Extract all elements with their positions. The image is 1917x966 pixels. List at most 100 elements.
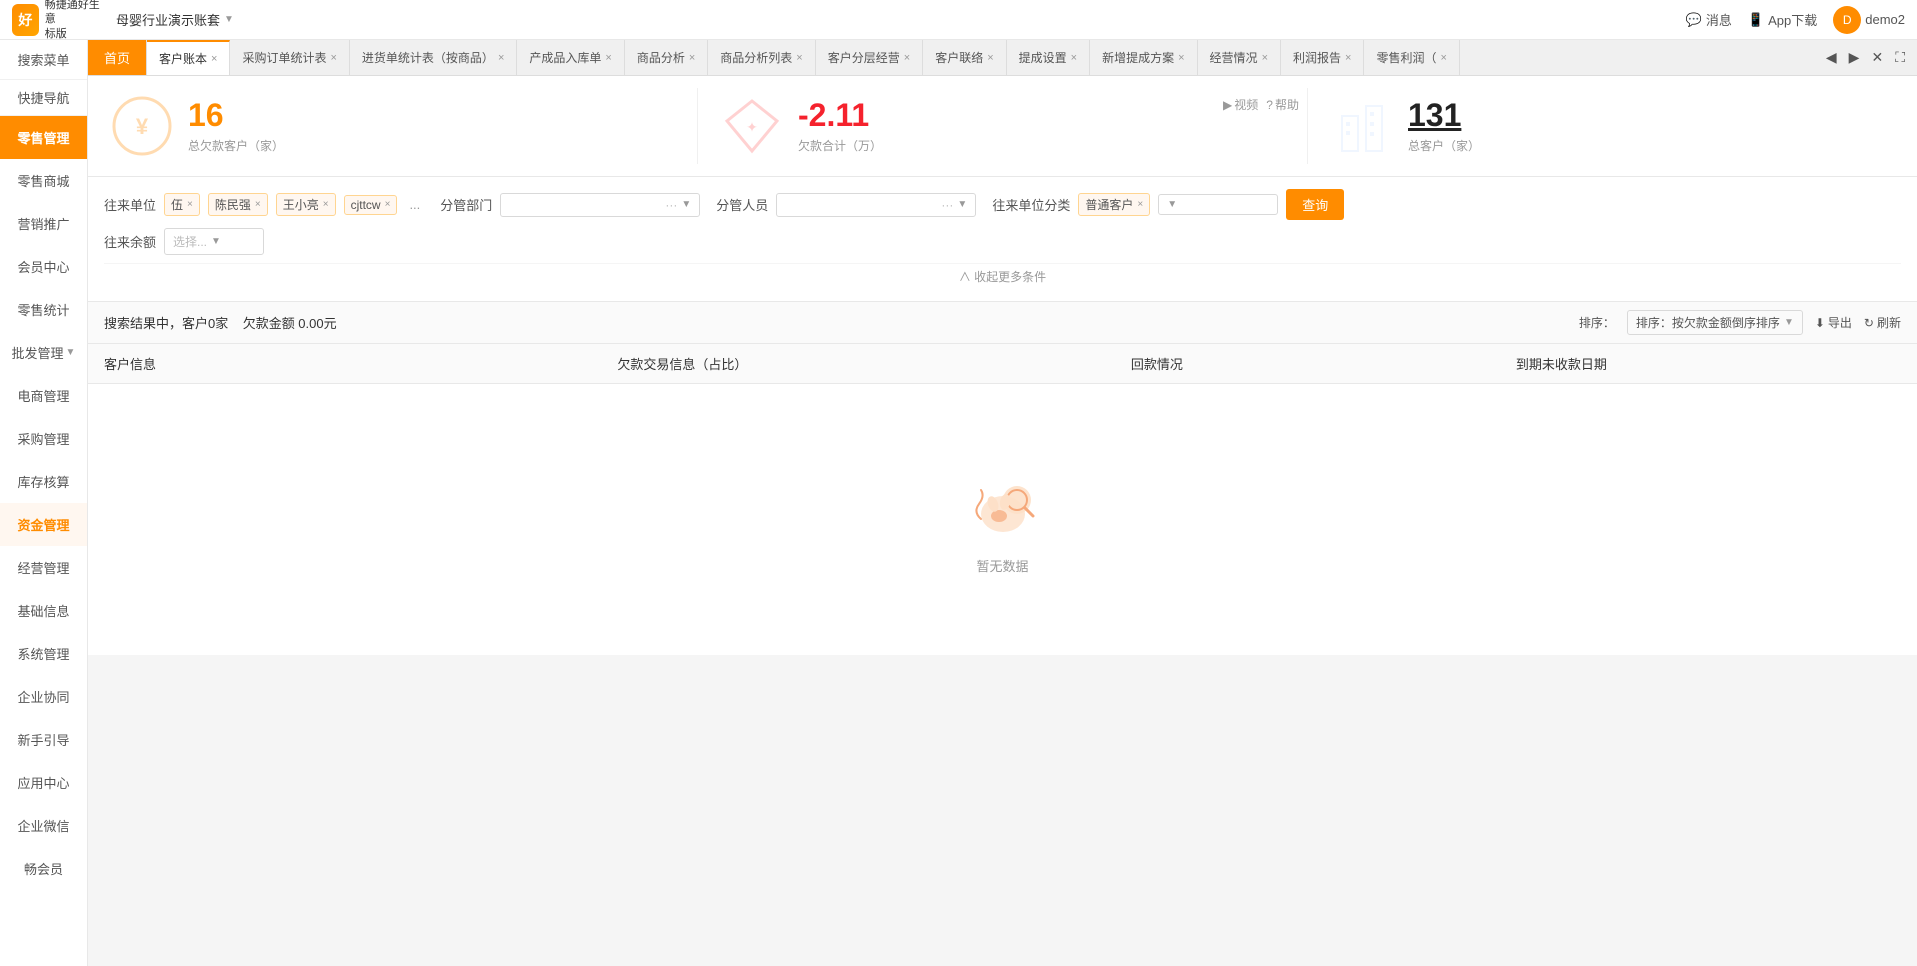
sidebar-item-app-center[interactable]: 应用中心 (0, 761, 87, 804)
tab-fullscreen-icon[interactable]: ⛶ (1891, 47, 1909, 68)
filter-dept-select[interactable]: ··· ▼ (500, 193, 700, 217)
tab-close-icon[interactable]: × (330, 52, 336, 64)
tab-prev-icon[interactable]: ◀ (1822, 47, 1841, 68)
sidebar-item-retail-mall[interactable]: 零售商城 (0, 159, 87, 202)
tab-close-icon[interactable]: × (904, 52, 910, 64)
filter-dept-label: 分管部门 (440, 195, 492, 214)
filter-tag-category: 普通客户 × (1078, 193, 1150, 216)
tab-close-icon[interactable]: × (796, 52, 802, 64)
filter-tag-remove-wang[interactable]: × (323, 199, 329, 210)
tab-operations[interactable]: 经营情况 × (1198, 40, 1281, 76)
tab-new-commission[interactable]: 新增提成方案 × (1090, 40, 1197, 76)
tab-close-icon[interactable]: × (605, 52, 611, 64)
filter-remain-select[interactable]: 选择... ▼ (164, 228, 264, 255)
results-summary: 搜索结果中，客户0家 欠款金额 0.00元 (104, 313, 337, 332)
tab-customer-ledger[interactable]: 客户账本 × (147, 40, 230, 76)
sidebar-item-marketing[interactable]: 营销推广 (0, 202, 87, 245)
filter-tag-remove-category[interactable]: × (1137, 199, 1143, 210)
tab-close-icon[interactable]: × (1262, 52, 1268, 64)
sidebar: 搜索菜单 快捷导航 零售管理 零售商城 营销推广 会员中心 零售统计 批发管理 … (0, 40, 88, 966)
sidebar-item-wechat[interactable]: 企业微信 (0, 804, 87, 847)
tab-close-icon[interactable]: × (987, 52, 993, 64)
stat-value-total: 131 (1408, 98, 1480, 133)
top-bar-right: 💬 消息 📱 App下载 D demo2 (1686, 6, 1905, 34)
refresh-icon: ↻ (1864, 316, 1874, 330)
sidebar-item-ecommerce[interactable]: 电商管理 (0, 374, 87, 417)
tab-close-icon[interactable]: × (1345, 52, 1351, 64)
store-selector[interactable]: 母婴行业演示账套 ▼ (108, 6, 242, 33)
tab-next-icon[interactable]: ▶ (1845, 47, 1864, 68)
sort-select[interactable]: 排序：按欠款金额倒序排序 ▼ (1627, 310, 1803, 335)
sidebar-item-operations[interactable]: 经营管理 (0, 546, 87, 589)
sidebar-quick-nav[interactable]: 快捷导航 (0, 80, 87, 116)
sidebar-item-retail-stats[interactable]: 零售统计 (0, 288, 87, 331)
stat-help-area: ▶ 视频 ? 帮助 (1223, 96, 1299, 113)
refresh-button[interactable]: ↻ 刷新 (1864, 314, 1901, 331)
export-button[interactable]: ⬇ 导出 (1815, 314, 1852, 331)
tab-close-icon[interactable]: × (211, 53, 217, 65)
tab-close-icon[interactable]: × (1178, 52, 1184, 64)
more-tags-button[interactable]: ... (405, 195, 424, 214)
filter-tag-cjttcw: cjttcw × (344, 195, 398, 215)
top-bar: 好 畅捷通好生意 标版 母婴行业演示账套 ▼ 💬 消息 📱 App下载 D de… (0, 0, 1917, 40)
video-help-button[interactable]: ▶ 视频 (1223, 96, 1258, 113)
tab-close-all-icon[interactable]: ✕ (1867, 47, 1887, 68)
filter-category-label: 往来单位分类 (992, 195, 1070, 214)
page-content: ¥ 16 总欠款客户（家） ✦ (88, 76, 1917, 966)
filter-collapse-button[interactable]: ∧ 收起更多条件 (104, 263, 1901, 289)
table-header-due-date: 到期未收款日期 (1516, 354, 1901, 373)
tab-close-icon[interactable]: × (1440, 52, 1446, 64)
tab-close-icon[interactable]: × (498, 52, 504, 64)
sidebar-item-member-center[interactable]: 会员中心 (0, 245, 87, 288)
app-download-button[interactable]: 📱 App下载 (1748, 10, 1817, 29)
tab-product-analysis[interactable]: 商品分析 × (625, 40, 708, 76)
tab-home[interactable]: 首页 (88, 40, 147, 76)
message-button[interactable]: 💬 消息 (1686, 10, 1732, 29)
tab-customer-layer[interactable]: 客户分层经营 × (816, 40, 923, 76)
sidebar-item-guide[interactable]: 新手引导 (0, 718, 87, 761)
tab-close-icon[interactable]: × (1071, 52, 1077, 64)
results-bar: 搜索结果中，客户0家 欠款金额 0.00元 排序： 排序：按欠款金额倒序排序 ▼… (88, 302, 1917, 344)
filter-remain-label: 往来余额 (104, 232, 156, 251)
tab-production-inbound[interactable]: 产成品入库单 × (517, 40, 624, 76)
user-name: demo2 (1865, 12, 1905, 27)
filter-tag-remove-wu[interactable]: × (187, 199, 193, 210)
stat-icon-building (1332, 96, 1392, 156)
sidebar-item-enterprise[interactable]: 企业协同 (0, 675, 87, 718)
sidebar-item-basic-info[interactable]: 基础信息 (0, 589, 87, 632)
tab-close-icon[interactable]: × (689, 52, 695, 64)
sidebar-item-finance[interactable]: 资金管理 (0, 503, 87, 546)
tab-retail-profit[interactable]: 零售利润（ × (1364, 40, 1459, 76)
sidebar-item-purchase[interactable]: 采购管理 (0, 417, 87, 460)
tab-purchase-order-stats[interactable]: 采购订单统计表 × (230, 40, 349, 76)
filter-tag-wang: 王小亮 × (276, 193, 336, 216)
tab-customer-contact[interactable]: 客户联络 × (923, 40, 1006, 76)
filter-tag-remove-cjttcw[interactable]: × (385, 199, 391, 210)
sidebar-item-retail-management[interactable]: 零售管理 (0, 116, 87, 159)
sidebar-search[interactable]: 搜索菜单 (0, 40, 87, 80)
sidebar-item-wholesale[interactable]: 批发管理 ▼ (0, 331, 87, 374)
filter-category-select[interactable]: ▼ (1158, 194, 1278, 215)
sidebar-item-system[interactable]: 系统管理 (0, 632, 87, 675)
store-name: 母婴行业演示账套 (116, 10, 220, 29)
filter-row-1: 往来单位 伍 × 陈民强 × 王小亮 × cjttcw (104, 189, 1901, 220)
filter-tag-remove-chen[interactable]: × (255, 199, 261, 210)
sidebar-item-inventory[interactable]: 库存核算 (0, 460, 87, 503)
stat-label-total: 总客户（家） (1408, 137, 1480, 154)
tab-purchase-stats[interactable]: 进货单统计表（按商品） × (350, 40, 517, 76)
query-button[interactable]: 查询 (1286, 189, 1344, 220)
help-button[interactable]: ? 帮助 (1266, 96, 1299, 113)
stat-body-amount: -2.11 欠款合计（万） (798, 98, 882, 154)
stat-label-customers: 总欠款客户（家） (188, 137, 284, 154)
avatar: D (1833, 6, 1861, 34)
tab-product-analysis-list[interactable]: 商品分析列表 × (708, 40, 815, 76)
tab-commission-settings[interactable]: 提成设置 × (1007, 40, 1090, 76)
filter-person-select[interactable]: ··· ▼ (776, 193, 976, 217)
tab-actions: ◀ ▶ ✕ ⛶ (1822, 47, 1917, 68)
sidebar-item-member[interactable]: 畅会员 (0, 847, 87, 890)
table-header-repayment: 回款情况 (1131, 354, 1516, 373)
person-chevron-icon: ▼ (957, 199, 967, 210)
tab-profit-report[interactable]: 利润报告 × (1281, 40, 1364, 76)
user-area[interactable]: D demo2 (1833, 6, 1905, 34)
download-icon: 📱 (1748, 12, 1764, 28)
